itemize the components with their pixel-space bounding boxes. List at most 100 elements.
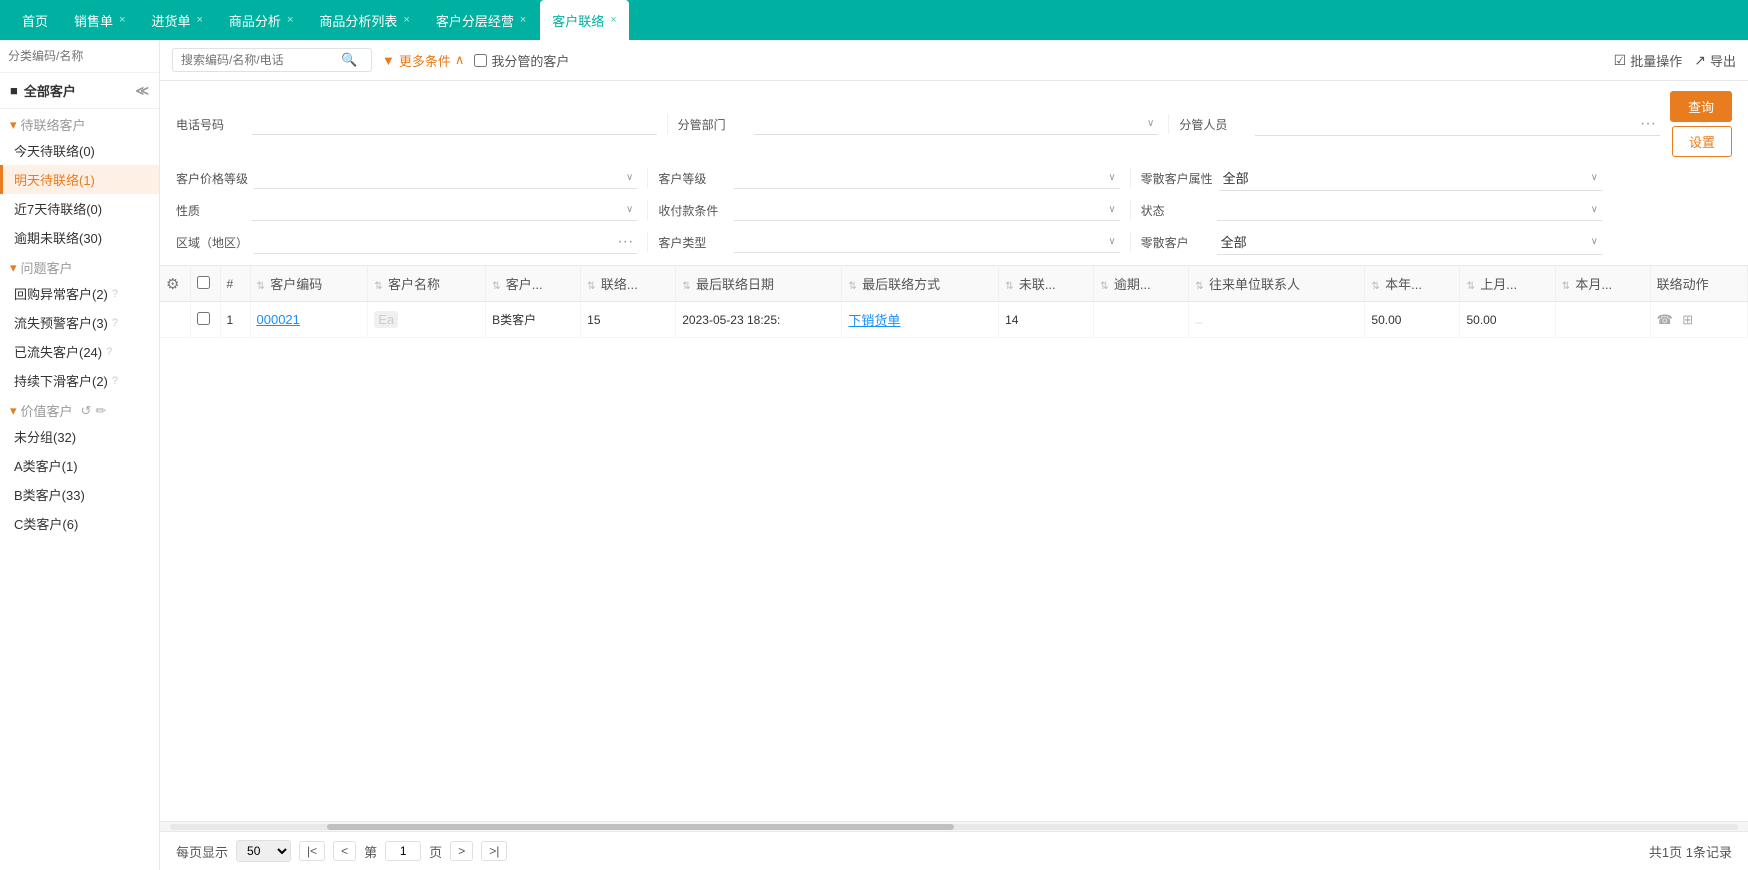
sidebar-all-customers[interactable]: ■ 全部客户 ≪ xyxy=(0,73,159,109)
sidebar-item-class-c[interactable]: C类客户(6) xyxy=(0,509,159,538)
nav-sales[interactable]: 销售单 × xyxy=(62,0,137,40)
sidebar-item-7days[interactable]: 近7天待联络(0) xyxy=(0,194,159,223)
bulk-icon: ☑ xyxy=(1614,52,1627,69)
payment-select[interactable]: ∨ xyxy=(734,199,1119,221)
row-checkbox[interactable] xyxy=(197,312,210,325)
prev-page-btn[interactable]: < xyxy=(333,841,356,861)
status-field: 状态 ∨ xyxy=(1141,199,1602,221)
more-conditions-btn[interactable]: ▼ 更多条件 ∧ xyxy=(382,51,464,70)
action-grid-icon[interactable]: ⊞ xyxy=(1682,312,1693,327)
customer-code-link[interactable]: 000021 xyxy=(257,312,300,327)
close-icon[interactable]: × xyxy=(196,14,202,26)
search-icon[interactable]: 🔍 xyxy=(341,52,357,68)
sidebar-item-churn-warning[interactable]: 流失预警客户(3) ? xyxy=(0,308,159,337)
first-page-btn[interactable]: |< xyxy=(299,841,325,861)
search-input[interactable] xyxy=(181,53,341,67)
close-icon[interactable]: × xyxy=(403,14,409,26)
col-overdue: ⇅ 逾期... xyxy=(1094,266,1189,302)
chevron-down-icon: ∨ xyxy=(1147,118,1154,129)
sidebar-item-class-a[interactable]: A类客户(1) xyxy=(0,451,159,480)
divider xyxy=(647,232,648,252)
edit-icon[interactable]: ✏ xyxy=(95,403,106,419)
close-icon[interactable]: × xyxy=(287,14,293,26)
person-field: 分管人员 ··· xyxy=(1179,113,1660,136)
horizontal-scrollbar[interactable] xyxy=(160,821,1748,831)
sidebar-search-input[interactable] xyxy=(8,49,160,63)
sort-icon[interactable]: ⇅ xyxy=(1005,281,1013,292)
nav-customer-contact[interactable]: 客户联络 × xyxy=(540,0,628,40)
status-select[interactable]: ∨ xyxy=(1217,199,1602,221)
sidebar-item-today[interactable]: 今天待联络(0) xyxy=(0,136,159,165)
scrollbar-thumb[interactable] xyxy=(327,824,954,830)
query-button[interactable]: 查询 xyxy=(1670,91,1732,122)
my-customers-checkbox[interactable] xyxy=(474,54,487,67)
page-size-select[interactable]: 50 100 200 xyxy=(236,840,291,862)
chevron-down-icon: ∨ xyxy=(1591,236,1598,247)
row-action: ☎ ⊞ xyxy=(1650,302,1747,338)
dept-select[interactable]: ∨ xyxy=(754,113,1159,135)
refresh-icon[interactable]: ↺ xyxy=(81,403,92,419)
person-select[interactable]: ··· xyxy=(1255,113,1660,136)
collapse-icon[interactable]: ≪ xyxy=(135,83,149,99)
close-icon[interactable]: × xyxy=(520,14,526,26)
nav-product-analysis-list[interactable]: 商品分析列表 × xyxy=(307,0,421,40)
adv-filter-row4: 区域（地区） ··· 客户类型 ∨ 零散客户 全部 xyxy=(176,229,1732,255)
sidebar-item-declining[interactable]: 持续下滑客户(2) ? xyxy=(0,366,159,395)
sidebar-section-pending: ▾ 待联络客户 xyxy=(0,109,159,136)
sidebar-item-tomorrow[interactable]: 明天待联络(1) xyxy=(0,165,159,194)
col-last-month: ⇅ 上月... xyxy=(1460,266,1555,302)
sidebar-item-class-b[interactable]: B类客户(33) xyxy=(0,480,159,509)
last-page-btn[interactable]: >| xyxy=(481,841,507,861)
more-icon[interactable]: ··· xyxy=(617,234,633,250)
select-all-checkbox[interactable] xyxy=(197,276,210,289)
sort-icon[interactable]: ⇅ xyxy=(1466,281,1474,292)
sort-icon[interactable]: ⇅ xyxy=(1371,281,1379,292)
export-btn[interactable]: ↗ 导出 xyxy=(1694,51,1736,70)
sort-icon[interactable]: ⇅ xyxy=(682,281,690,292)
phone-input[interactable] xyxy=(252,114,657,135)
settings-button[interactable]: 设置 xyxy=(1672,126,1732,157)
area-select[interactable]: ··· xyxy=(254,231,637,254)
sidebar: 🔍 ■ 全部客户 ≪ ▾ 待联络客户 今天待联络(0) 明天待联络(1) 近7天… xyxy=(0,40,160,870)
help-icon: ? xyxy=(112,317,118,329)
sort-icon[interactable]: ⇅ xyxy=(1100,281,1108,292)
advanced-filter: 电话号码 分管部门 ∨ 分管人员 ··· xyxy=(160,81,1748,266)
filter-bar: 🔍 ▼ 更多条件 ∧ 我分管的客户 ☑ 批量操作 ↗ 导出 xyxy=(160,40,1748,81)
sort-icon[interactable]: ⇅ xyxy=(257,281,265,292)
sort-icon[interactable]: ⇅ xyxy=(848,281,856,292)
row-contacts: 15 xyxy=(581,302,676,338)
settings-icon[interactable]: ⚙ xyxy=(166,276,179,293)
last-method-link[interactable]: 下销货单 xyxy=(848,313,900,328)
sidebar-item-overdue[interactable]: 逾期未联络(30) xyxy=(0,223,159,252)
nav-customer-tier[interactable]: 客户分层经营 × xyxy=(424,0,538,40)
nav-home[interactable]: 首页 xyxy=(10,0,60,40)
sort-icon[interactable]: ⇅ xyxy=(374,281,382,292)
sort-icon[interactable]: ⇅ xyxy=(1562,281,1570,292)
sort-icon[interactable]: ⇅ xyxy=(587,281,595,292)
retail-attr-select[interactable]: 全部 ∨ xyxy=(1219,165,1602,191)
nature-select[interactable]: ∨ xyxy=(252,199,637,221)
close-icon[interactable]: × xyxy=(119,14,125,26)
next-page-btn[interactable]: > xyxy=(450,841,473,861)
adv-filter-row2: 客户价格等级 ∨ 客户等级 ∨ 零散客户属性 全部 xyxy=(176,165,1732,191)
type-select[interactable]: ∨ xyxy=(734,231,1119,253)
sort-icon[interactable]: ⇅ xyxy=(1195,281,1203,292)
more-icon[interactable]: ··· xyxy=(1640,116,1656,132)
value-level-field: 客户价格等级 ∨ xyxy=(176,167,637,189)
grade-select[interactable]: ∨ xyxy=(734,167,1119,189)
sidebar-item-churned[interactable]: 已流失客户(24) ? xyxy=(0,337,159,366)
bulk-action-btn[interactable]: ☑ 批量操作 xyxy=(1614,51,1683,70)
col-this-month: ⇅ 本月... xyxy=(1555,266,1650,302)
close-icon[interactable]: × xyxy=(610,14,616,26)
table-row: 1 000021 Ea B类客户 15 2023-05-23 18:25: 下销… xyxy=(160,302,1748,338)
sidebar-item-abnormal[interactable]: 回购异常客户(2) ? xyxy=(0,279,159,308)
retail-select[interactable]: 全部 ∨ xyxy=(1217,229,1602,255)
sort-icon[interactable]: ⇅ xyxy=(492,281,500,292)
action-phone-icon[interactable]: ☎ xyxy=(1657,312,1673,327)
value-level-select[interactable]: ∨ xyxy=(254,167,637,189)
divider xyxy=(1168,114,1169,134)
nav-purchase[interactable]: 进货单 × xyxy=(139,0,214,40)
sidebar-item-ungrouped[interactable]: 未分组(32) xyxy=(0,422,159,451)
page-number-input[interactable] xyxy=(385,841,421,861)
nav-product-analysis[interactable]: 商品分析 × xyxy=(217,0,305,40)
